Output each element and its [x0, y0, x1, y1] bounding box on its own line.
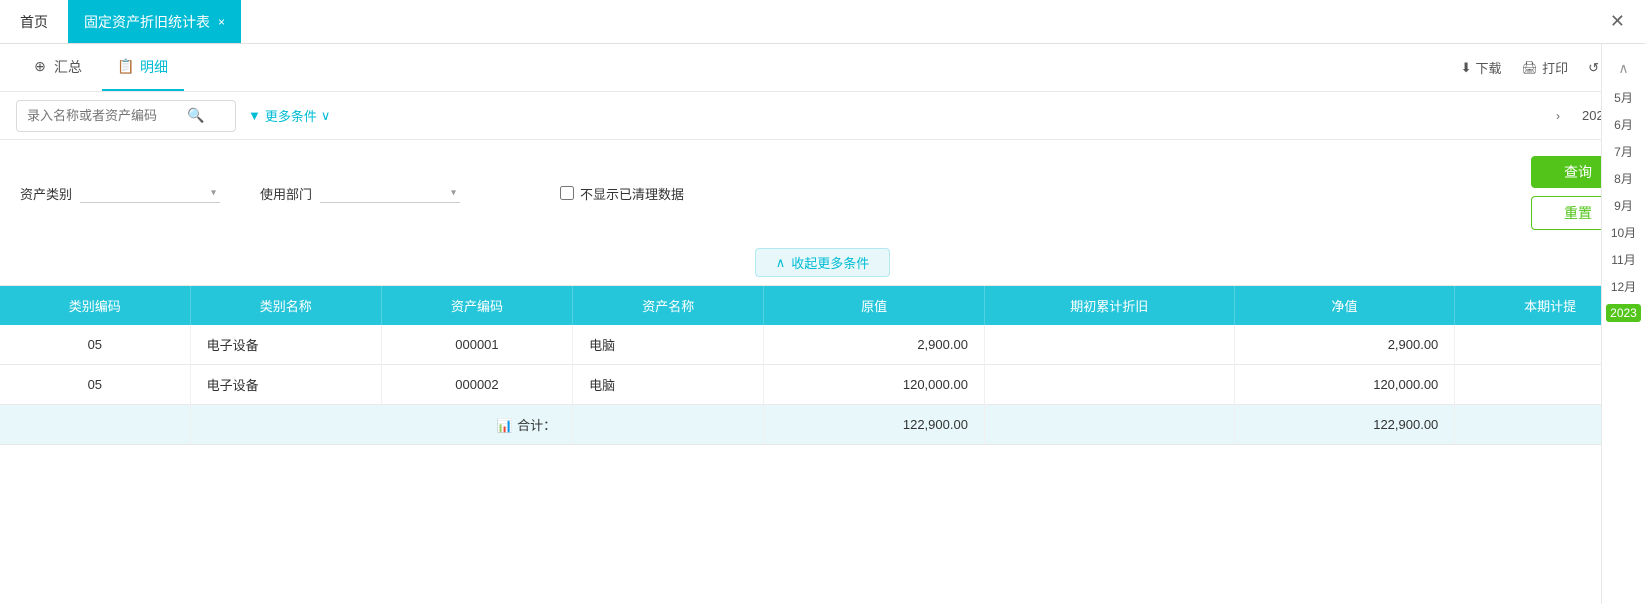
table-header: 类别编码 类别名称 资产编码 资产名称 原值 期初累计折旧 净值 本期计提 — [0, 286, 1645, 325]
hide-cleared-checkbox[interactable] — [560, 186, 574, 200]
col-category-name: 类别名称 — [190, 286, 381, 325]
print-icon: 🖨 — [1522, 60, 1539, 76]
collapse-up-icon: ∧ — [776, 255, 786, 271]
total-cell-accumulated — [984, 405, 1234, 445]
cell-accumulated-depreciation — [984, 365, 1234, 405]
search-input-wrap: 🔍 — [16, 100, 236, 132]
sidebar-month-item[interactable]: 7月 — [1611, 138, 1636, 165]
table-container: 类别编码 类别名称 资产编码 资产名称 原值 期初累计折旧 净值 本期计提 05… — [0, 286, 1645, 604]
asset-type-select[interactable] — [80, 183, 220, 203]
hide-cleared-label: 不显示已清理数据 — [580, 184, 684, 203]
filter-label: 更多条件 — [265, 106, 317, 125]
filter-icon: ▼ — [248, 108, 261, 123]
sidebar-month-item[interactable]: 10月 — [1611, 219, 1636, 246]
hide-cleared-group: 不显示已清理数据 — [560, 184, 684, 203]
cell-category-name: 电子设备 — [190, 325, 381, 365]
col-accumulated-depreciation: 期初累计折旧 — [984, 286, 1234, 325]
sidebar-month-item[interactable]: 11月 — [1611, 246, 1636, 273]
tab-label: 固定资产折旧统计表 — [84, 12, 210, 32]
col-asset-code: 资产编码 — [381, 286, 572, 325]
cell-category-code: 05 — [0, 365, 190, 405]
total-row: 📊合计： 122,900.00 122,900.00 — [0, 405, 1645, 445]
cell-asset-name: 电脑 — [573, 325, 764, 365]
col-original-value: 原值 — [764, 286, 985, 325]
home-nav-item[interactable]: 首页 — [0, 0, 68, 43]
total-cell-original-value: 122,900.00 — [764, 405, 985, 445]
filter-area: 资产类别 ▾ 使用部门 ▾ 不显示已清理数据 查询 重置 — [0, 140, 1645, 286]
collapse-label: 收起更多条件 — [791, 253, 869, 272]
dept-select[interactable] — [320, 183, 460, 203]
table-body: 05 电子设备 000001 电脑 2,900.00 2,900.00 05 电… — [0, 325, 1645, 445]
cell-asset-name: 电脑 — [573, 365, 764, 405]
detail-tab-label: 明细 — [140, 57, 168, 77]
collapse-more-conditions-button[interactable]: ∧ 收起更多条件 — [755, 248, 891, 277]
asset-type-filter: 资产类别 ▾ — [20, 183, 220, 203]
window-close-button[interactable]: ✕ — [1590, 0, 1645, 43]
year-badge[interactable]: 2023 — [1606, 304, 1641, 322]
search-bar: 🔍 ▼ 更多条件 ∨ › 2023.01 — [0, 92, 1645, 140]
total-icon: 📊 — [497, 418, 513, 433]
tab-detail[interactable]: 📋 明细 — [102, 44, 184, 91]
total-cell-code — [0, 405, 190, 445]
right-sidebar: ∧ 5月6月7月8月9月10月11月12月 2023 — [1601, 44, 1645, 604]
active-tab[interactable]: 固定资产折旧统计表 × — [68, 0, 241, 43]
total-cell-asset-name — [573, 405, 764, 445]
cell-category-name: 电子设备 — [190, 365, 381, 405]
tab-summary[interactable]: ⊕ 汇总 — [16, 44, 98, 91]
sidebar-month-item[interactable]: 12月 — [1611, 273, 1636, 300]
sidebar-month-item[interactable]: 6月 — [1611, 111, 1636, 138]
month-list: 5月6月7月8月9月10月11月12月 — [1611, 84, 1636, 300]
print-label: 打印 — [1542, 58, 1568, 77]
dept-label: 使用部门 — [260, 184, 312, 203]
asset-type-label: 资产类别 — [20, 184, 72, 203]
col-asset-name: 资产名称 — [573, 286, 764, 325]
table-row: 05 电子设备 000001 电脑 2,900.00 2,900.00 — [0, 325, 1645, 365]
sidebar-nav-up[interactable]: ∧ — [1608, 52, 1640, 84]
collapse-button-row: ∧ 收起更多条件 — [20, 242, 1625, 277]
cell-category-code: 05 — [0, 325, 190, 365]
cell-net-value: 120,000.00 — [1234, 365, 1455, 405]
sidebar-month-item[interactable]: 8月 — [1611, 165, 1636, 192]
download-icon: ⬇ — [1461, 60, 1472, 76]
cell-accumulated-depreciation — [984, 325, 1234, 365]
sidebar-month-item[interactable]: 5月 — [1611, 84, 1636, 111]
filter-row: 资产类别 ▾ 使用部门 ▾ 不显示已清理数据 查询 重置 — [20, 156, 1625, 230]
search-icon[interactable]: 🔍 — [187, 107, 204, 124]
print-button[interactable]: 🖨 打印 — [1522, 58, 1569, 77]
top-navigation: 首页 固定资产折旧统计表 × ✕ — [0, 0, 1645, 44]
more-conditions-button[interactable]: ▼ 更多条件 ∨ — [248, 106, 330, 125]
cell-asset-code: 000002 — [381, 365, 572, 405]
cell-net-value: 2,900.00 — [1234, 325, 1455, 365]
cell-original-value: 120,000.00 — [764, 365, 985, 405]
col-category-code: 类别编码 — [0, 286, 190, 325]
download-button[interactable]: ⬇ 下载 — [1461, 58, 1502, 77]
total-cell-net-value: 122,900.00 — [1234, 405, 1455, 445]
cell-original-value: 2,900.00 — [764, 325, 985, 365]
total-cell-name: 📊合计： — [190, 405, 572, 445]
download-label: 下载 — [1476, 58, 1502, 77]
cell-asset-code: 000001 — [381, 325, 572, 365]
col-net-value: 净值 — [1234, 286, 1455, 325]
table-row: 05 电子设备 000002 电脑 120,000.00 120,000.00 — [0, 365, 1645, 405]
summary-tab-label: 汇总 — [54, 57, 82, 77]
sub-tabs: ⊕ 汇总 📋 明细 — [16, 44, 184, 91]
refresh-icon: ↺ — [1588, 60, 1599, 76]
summary-icon: ⊕ — [32, 59, 48, 75]
sidebar-month-item[interactable]: 9月 — [1611, 192, 1636, 219]
nav-right-button[interactable]: › — [1546, 104, 1570, 128]
detail-icon: 📋 — [118, 59, 134, 75]
sub-tab-bar: ⊕ 汇总 📋 明细 ⬇ 下载 🖨 打印 ↺ 刷新 — [0, 44, 1645, 92]
search-input[interactable] — [27, 108, 187, 123]
chevron-down-icon: ∨ — [321, 108, 331, 124]
tab-close-icon[interactable]: × — [218, 15, 225, 29]
depreciation-table: 类别编码 类别名称 资产编码 资产名称 原值 期初累计折旧 净值 本期计提 05… — [0, 286, 1645, 445]
dept-filter: 使用部门 ▾ — [260, 183, 460, 203]
